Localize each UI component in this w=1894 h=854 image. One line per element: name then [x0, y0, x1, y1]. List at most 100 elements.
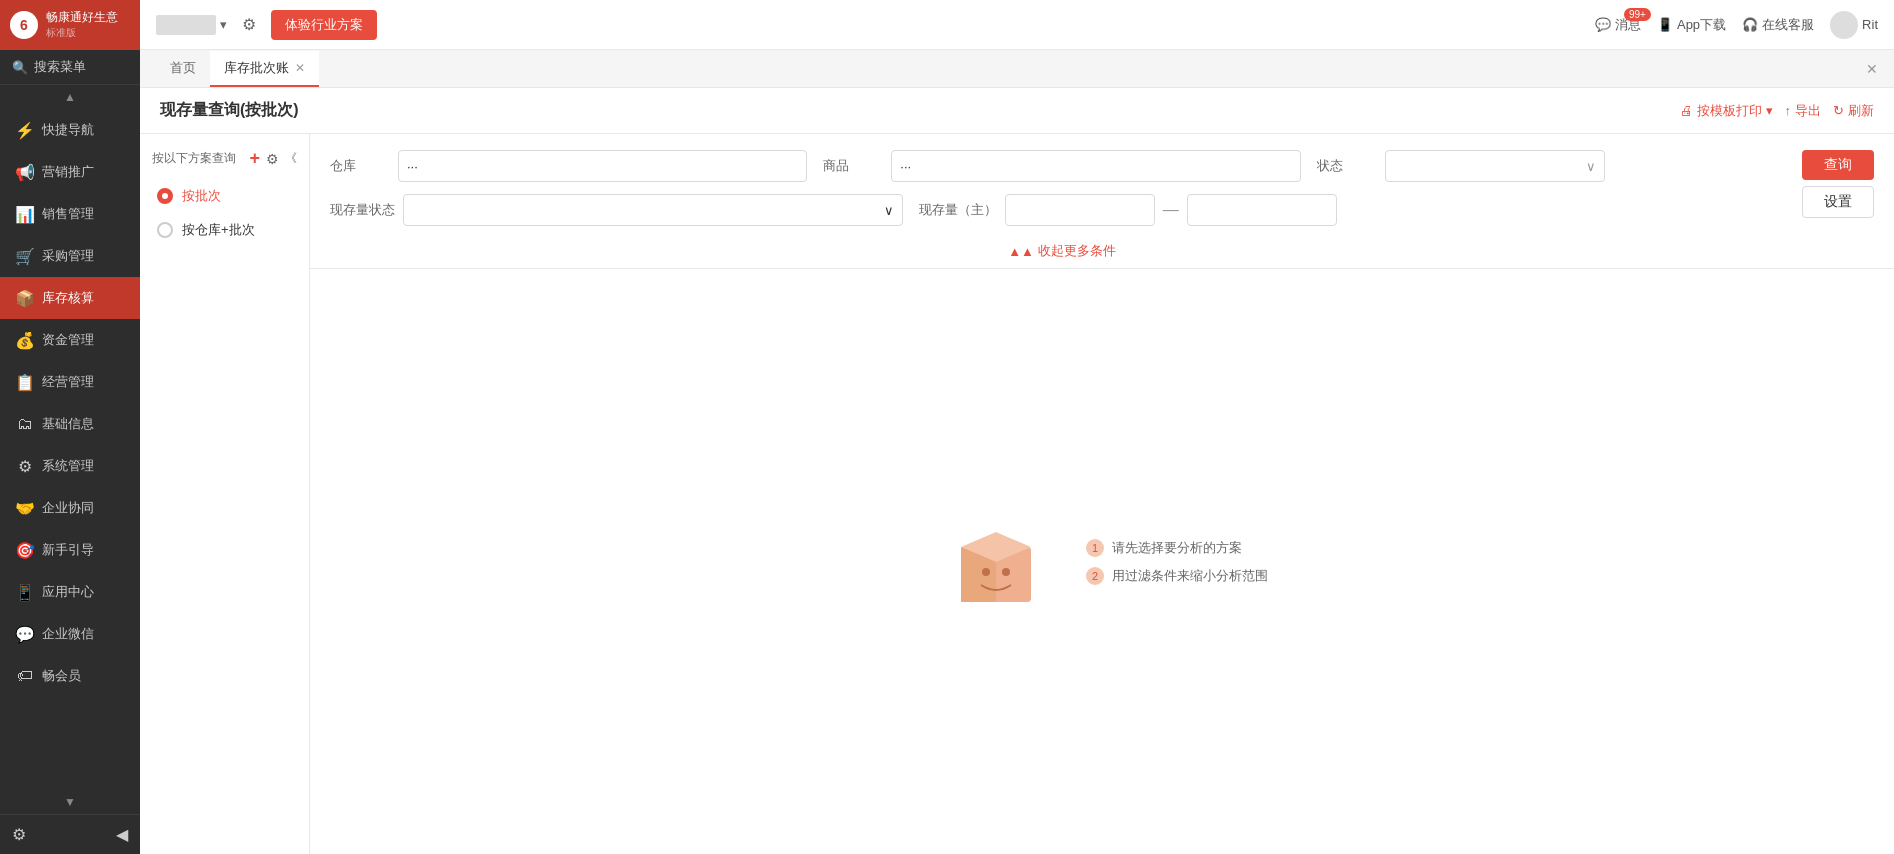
inv-main-from-input[interactable]: [1005, 194, 1155, 226]
inv-status-label: 现存量状态: [330, 201, 395, 219]
collapse-row[interactable]: ▲▲ 收起更多条件: [330, 234, 1794, 268]
tab-batch-account[interactable]: 库存批次账 ✕: [210, 51, 319, 87]
filter-row-1: 仓库 ··· 商品 ···: [330, 150, 1794, 182]
export-label: 导出: [1795, 102, 1821, 120]
search-icon: 🔍: [12, 60, 28, 75]
query-button[interactable]: 查询: [1802, 150, 1874, 180]
collapse-up-icon: ▲▲: [1008, 244, 1034, 259]
topbar-left: ▾ ⚙ 体验行业方案: [156, 10, 1585, 40]
inv-main-to-input[interactable]: [1187, 194, 1337, 226]
tab-close-all-button[interactable]: ✕: [1866, 61, 1878, 77]
scheme-label: 按批次: [182, 187, 221, 205]
sidebar-header: 6 畅康通好生意 标准版: [0, 0, 140, 50]
inv-status-select[interactable]: ∨: [403, 194, 903, 226]
tab-right-actions: ✕: [1866, 61, 1878, 77]
status-chevron-icon: ∨: [1586, 159, 1596, 174]
sidebar-item-enterprise[interactable]: 🤝 企业协同: [0, 487, 140, 529]
refresh-button[interactable]: ↻ 刷新: [1833, 102, 1874, 120]
inventory-icon: 📦: [16, 289, 34, 307]
scheme-panel-header: 按以下方案查询 + ⚙ 《: [140, 144, 309, 179]
export-icon: ↑: [1785, 103, 1792, 118]
main-area: ▾ ⚙ 体验行业方案 💬 消息 99+ 📱 App下载 🎧 在线客服 Rit: [140, 0, 1894, 854]
app-download-button[interactable]: 📱 App下载: [1657, 16, 1726, 34]
scheme-collapse-button[interactable]: 《: [285, 150, 297, 167]
sidebar-footer: ⚙ ◀: [0, 814, 140, 854]
scheme-item-by-batch[interactable]: 按批次: [140, 179, 309, 213]
message-badge: 99+: [1624, 8, 1651, 21]
message-button[interactable]: 💬 消息 99+: [1595, 16, 1641, 34]
topbar-right: 💬 消息 99+ 📱 App下载 🎧 在线客服 Rit: [1595, 11, 1878, 39]
wechat-icon: 💬: [16, 625, 34, 643]
tip-num-1: 1: [1086, 539, 1104, 557]
sidebar-item-label: 企业协同: [42, 499, 94, 517]
tip-text-2: 用过滤条件来缩小分析范围: [1112, 567, 1268, 585]
print-button[interactable]: 🖨 按模板打印 ▾: [1680, 102, 1773, 120]
filter-row-2: 现存量状态 ∨ 现存量（主）: [330, 194, 1794, 226]
topbar-dropdown[interactable]: ▾: [156, 15, 227, 35]
topbar-settings-button[interactable]: ⚙: [235, 11, 263, 39]
sidebar-item-purchase[interactable]: 🛒 采购管理: [0, 235, 140, 277]
warehouse-input[interactable]: ···: [398, 150, 807, 182]
sidebar-item-member[interactable]: 🏷 畅会员: [0, 655, 140, 697]
filter-top-area: 仓库 ··· 商品 ···: [310, 134, 1894, 269]
sidebar-item-basic[interactable]: 🗂 基础信息: [0, 403, 140, 445]
sidebar-item-label: 资金管理: [42, 331, 94, 349]
sidebar-item-label: 企业微信: [42, 625, 94, 643]
scheme-add-button[interactable]: +: [249, 148, 260, 169]
quick-nav-icon: ⚡: [16, 121, 34, 139]
tabs-bar: 首页 库存批次账 ✕ ✕: [140, 50, 1894, 88]
sidebar-item-operation[interactable]: 📋 经营管理: [0, 361, 140, 403]
trial-button[interactable]: 体验行业方案: [271, 10, 377, 40]
filter-area: 按以下方案查询 + ⚙ 《 按批次: [140, 134, 1894, 854]
scheme-radio-filled: [156, 187, 174, 205]
sidebar-item-apps[interactable]: 📱 应用中心: [0, 571, 140, 613]
sales-icon: 📊: [16, 205, 34, 223]
customer-service-button[interactable]: 🎧 在线客服: [1742, 16, 1814, 34]
filter-main: 仓库 ··· 商品 ···: [310, 134, 1894, 854]
sidebar-item-label: 新手引导: [42, 541, 94, 559]
sidebar-item-wechat[interactable]: 💬 企业微信: [0, 613, 140, 655]
sidebar-settings-button[interactable]: ⚙: [12, 825, 26, 844]
sidebar-scroll-down[interactable]: ▼: [0, 790, 140, 814]
scheme-settings-button[interactable]: ⚙: [266, 151, 279, 167]
operation-icon: 📋: [16, 373, 34, 391]
sidebar-scroll-up[interactable]: ▲: [0, 85, 140, 109]
scheme-radio-empty: [156, 221, 174, 239]
search-menu[interactable]: 🔍 搜索菜单: [0, 50, 140, 85]
sidebar-logo: 6: [10, 11, 38, 39]
empty-box-svg: [941, 507, 1051, 617]
scheme-item-by-warehouse-batch[interactable]: 按仓库+批次: [140, 213, 309, 247]
warehouse-dots: ···: [407, 159, 418, 174]
page-title: 现存量查询(按批次): [160, 100, 299, 121]
collapse-label: 收起更多条件: [1038, 242, 1116, 260]
svg-point-4: [982, 568, 990, 576]
sidebar-nav: ⚡ 快捷导航 📢 营销推广 📊 销售管理 🛒 采购管理 📦 库存核算 💰 资金管…: [0, 109, 140, 790]
product-input[interactable]: ···: [891, 150, 1300, 182]
sidebar-item-system[interactable]: ⚙ 系统管理: [0, 445, 140, 487]
filter-group-inv-main: 现存量（主） —: [919, 194, 1492, 226]
apps-icon: 📱: [16, 583, 34, 601]
user-menu[interactable]: Rit: [1830, 11, 1878, 39]
settings-button[interactable]: 设置: [1802, 186, 1874, 218]
sidebar-item-finance[interactable]: 💰 资金管理: [0, 319, 140, 361]
scheme-panel: 按以下方案查询 + ⚙ 《 按批次: [140, 134, 310, 854]
sidebar: 6 畅康通好生意 标准版 🔍 搜索菜单 ▲ ⚡ 快捷导航 📢 营销推广 📊 销售…: [0, 0, 140, 854]
sidebar-item-sales[interactable]: 📊 销售管理: [0, 193, 140, 235]
sidebar-item-quick-nav[interactable]: ⚡ 快捷导航: [0, 109, 140, 151]
app-version: 标准版: [46, 26, 118, 40]
sidebar-item-label: 库存核算: [42, 289, 94, 307]
empty-illustration: [936, 502, 1056, 622]
status-select[interactable]: ∨: [1385, 150, 1605, 182]
sidebar-item-inventory[interactable]: 📦 库存核算: [0, 277, 140, 319]
tab-home[interactable]: 首页: [156, 51, 210, 87]
tip-text-1: 请先选择要分析的方案: [1112, 539, 1242, 557]
basic-icon: 🗂: [16, 415, 34, 433]
export-button[interactable]: ↑ 导出: [1785, 102, 1822, 120]
sidebar-item-marketing[interactable]: 📢 营销推广: [0, 151, 140, 193]
tab-close-button[interactable]: ✕: [295, 61, 305, 75]
page-content: 现存量查询(按批次) 🖨 按模板打印 ▾ ↑ 导出 ↻ 刷新: [140, 88, 1894, 854]
sidebar-collapse-button[interactable]: ◀: [116, 825, 128, 844]
empty-tips: 1 请先选择要分析的方案 2 用过滤条件来缩小分析范围: [1086, 539, 1268, 585]
print-chevron-icon: ▾: [1766, 103, 1773, 118]
sidebar-item-newbie[interactable]: 🎯 新手引导: [0, 529, 140, 571]
